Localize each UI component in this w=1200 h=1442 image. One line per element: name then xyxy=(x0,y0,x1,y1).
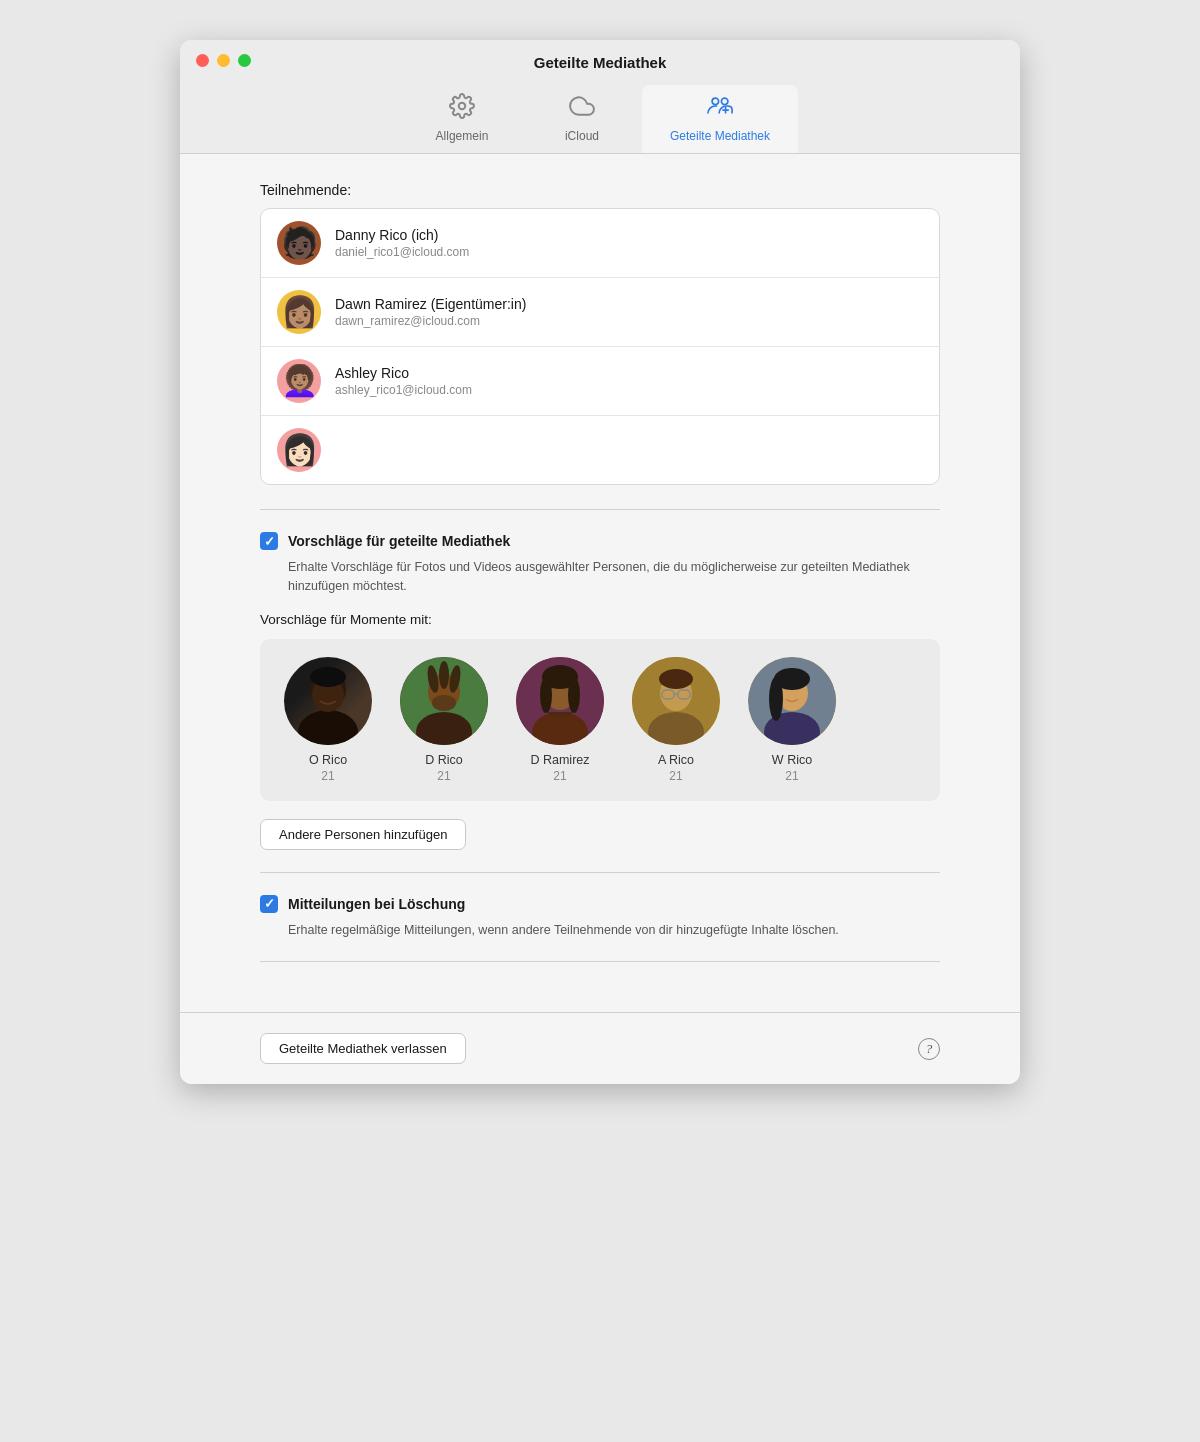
svg-point-0 xyxy=(459,103,466,110)
main-content: Teilnehmende: 🧑🏿 Danny Rico (ich) daniel… xyxy=(180,154,1020,1012)
section-divider-1 xyxy=(260,509,940,510)
svg-point-33 xyxy=(769,677,783,721)
suggestions-checkbox-label: Vorschläge für geteilte Mediathek xyxy=(288,533,510,549)
person-name: O Rico xyxy=(309,753,347,767)
help-button[interactable]: ? xyxy=(918,1038,940,1060)
window-controls xyxy=(196,54,251,67)
avatar: 🧑🏿 xyxy=(277,221,321,265)
tab-allgemein[interactable]: Allgemein xyxy=(402,85,522,153)
avatar: 👩🏽‍🦱 xyxy=(277,359,321,403)
tab-geteilte-mediathek[interactable]: Geteilte Mediathek xyxy=(642,85,798,153)
deletion-checkbox-label: Mitteilungen bei Löschung xyxy=(288,896,465,912)
suggestions-description: Erhalte Vorschläge für Fotos und Videos … xyxy=(288,558,940,596)
cloud-icon xyxy=(569,93,595,125)
participant-email: dawn_ramirez@icloud.com xyxy=(335,314,526,328)
settings-window: Geteilte Mediathek Allgemein iC xyxy=(180,40,1020,1084)
svg-point-6 xyxy=(298,710,358,745)
participants-list: 🧑🏿 Danny Rico (ich) daniel_rico1@icloud.… xyxy=(260,208,940,485)
svg-point-8 xyxy=(310,667,346,687)
participant-email: daniel_rico1@icloud.com xyxy=(335,245,469,259)
svg-point-14 xyxy=(439,661,449,689)
people-grid: O Rico 21 xyxy=(278,657,922,783)
suggestions-checkbox[interactable]: ✓ xyxy=(260,532,278,550)
avatar: 👩🏽 xyxy=(277,290,321,334)
table-row: 👩🏽‍🦱 Ashley Rico ashley_rico1@icloud.com xyxy=(261,347,939,416)
person-photo xyxy=(516,657,604,745)
person-name: W Rico xyxy=(772,753,812,767)
participant-name: Dawn Ramirez (Eigentümer:in) xyxy=(335,296,526,312)
svg-point-28 xyxy=(659,669,693,689)
table-row: 👩🏽 Dawn Ramirez (Eigentümer:in) dawn_ram… xyxy=(261,278,939,347)
list-item[interactable]: A Rico 21 xyxy=(626,657,726,783)
moments-label: Vorschläge für Momente mit: xyxy=(260,612,940,627)
gear-icon xyxy=(449,93,475,125)
svg-point-20 xyxy=(540,677,552,713)
add-persons-button[interactable]: Andere Personen hinzufügen xyxy=(260,819,466,850)
tab-icloud-label: iCloud xyxy=(565,129,599,143)
person-name: D Ramirez xyxy=(530,753,589,767)
person-photo xyxy=(284,657,372,745)
footer-bar: Geteilte Mediathek verlassen ? xyxy=(180,1012,1020,1084)
people-grid-container: O Rico 21 xyxy=(260,639,940,801)
person-count: 21 xyxy=(321,769,334,783)
person-photo xyxy=(400,657,488,745)
person-photo xyxy=(748,657,836,745)
participants-label: Teilnehmende: xyxy=(260,182,940,198)
list-item[interactable]: D Ramirez 21 xyxy=(510,657,610,783)
table-row: 👩🏻 xyxy=(261,416,939,484)
leave-library-button[interactable]: Geteilte Mediathek verlassen xyxy=(260,1033,466,1064)
deletion-description: Erhalte regelmäßige Mitteilungen, wenn a… xyxy=(288,921,940,940)
person-name: A Rico xyxy=(658,753,694,767)
person-count: 21 xyxy=(437,769,450,783)
maximize-button[interactable] xyxy=(238,54,251,67)
checkmark-icon: ✓ xyxy=(264,535,275,548)
person-count: 21 xyxy=(553,769,566,783)
deletion-checkbox-row: ✓ Mitteilungen bei Löschung xyxy=(260,895,940,913)
deletion-checkbox[interactable]: ✓ xyxy=(260,895,278,913)
participant-email: ashley_rico1@icloud.com xyxy=(335,383,472,397)
participant-name: Ashley Rico xyxy=(335,365,472,381)
svg-point-2 xyxy=(721,98,728,105)
avatar: 👩🏻 xyxy=(277,428,321,472)
list-item[interactable]: D Rico 21 xyxy=(394,657,494,783)
person-photo xyxy=(632,657,720,745)
tab-allgemein-label: Allgemein xyxy=(436,129,489,143)
minimize-button[interactable] xyxy=(217,54,230,67)
help-icon: ? xyxy=(926,1041,933,1057)
person-count: 21 xyxy=(785,769,798,783)
person-count: 21 xyxy=(669,769,682,783)
window-title: Geteilte Mediathek xyxy=(534,54,667,71)
svg-point-12 xyxy=(432,695,456,711)
list-item[interactable]: W Rico 21 xyxy=(742,657,842,783)
tab-geteilte-mediathek-label: Geteilte Mediathek xyxy=(670,129,770,143)
title-bar: Geteilte Mediathek Allgemein iC xyxy=(180,40,1020,154)
section-divider-3 xyxy=(260,961,940,962)
tab-icloud[interactable]: iCloud xyxy=(522,85,642,153)
participant-name: Danny Rico (ich) xyxy=(335,227,469,243)
checkmark-icon: ✓ xyxy=(264,897,275,910)
suggestions-checkbox-row: ✓ Vorschläge für geteilte Mediathek xyxy=(260,532,940,550)
list-item[interactable]: O Rico 21 xyxy=(278,657,378,783)
tab-bar: Allgemein iCloud xyxy=(402,85,798,153)
close-button[interactable] xyxy=(196,54,209,67)
svg-point-1 xyxy=(712,98,719,105)
people-icon xyxy=(707,93,733,125)
svg-point-21 xyxy=(568,677,580,713)
section-divider-2 xyxy=(260,872,940,873)
table-row: 🧑🏿 Danny Rico (ich) daniel_rico1@icloud.… xyxy=(261,209,939,278)
person-name: D Rico xyxy=(425,753,463,767)
